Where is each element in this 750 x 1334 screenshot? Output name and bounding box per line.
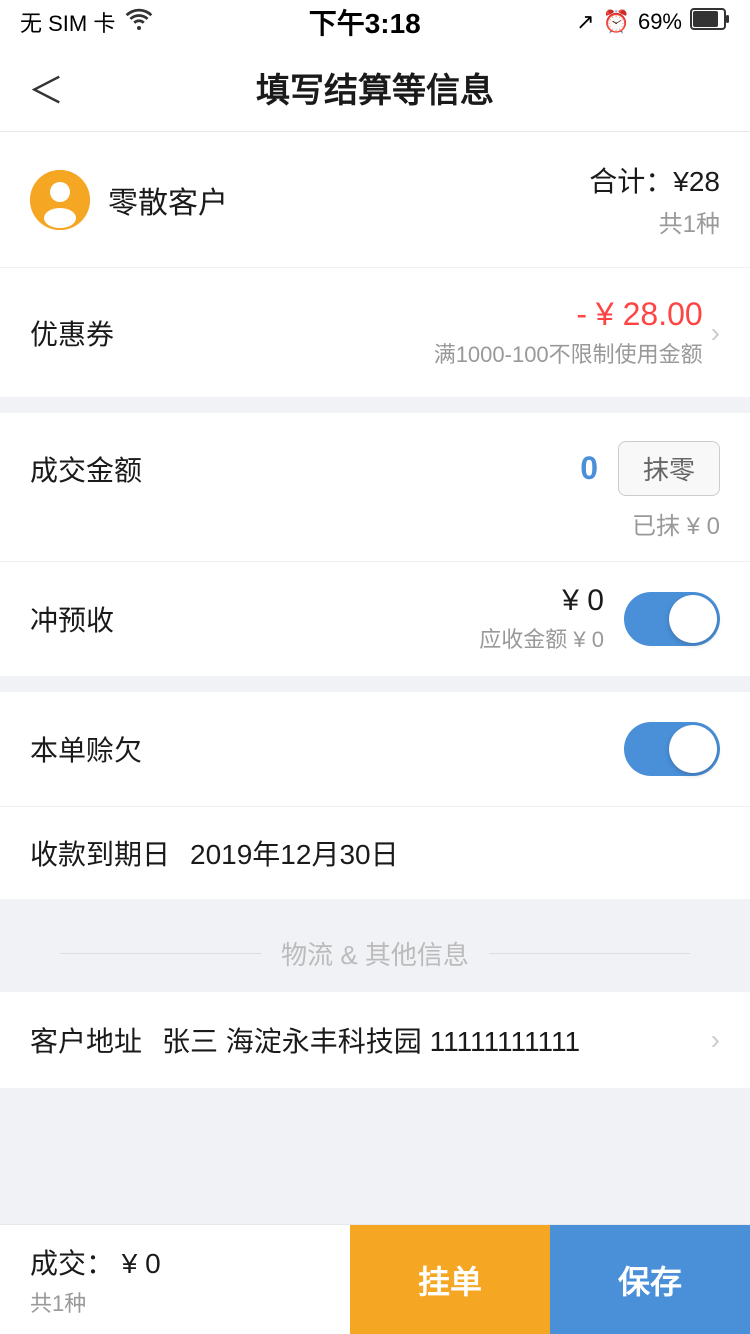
customer-row: 零散客户 合计：¥28 共1种	[0, 132, 750, 267]
alarm-icon: ⏰	[603, 9, 630, 35]
avatar	[30, 170, 90, 230]
footer-info: 成交： ¥ 0 共1种	[0, 1242, 350, 1318]
advance-right: ¥ 0 应收金额 ¥ 0	[479, 584, 720, 654]
advance-row: 冲预收 ¥ 0 应收金额 ¥ 0	[0, 561, 750, 676]
deal-amount-right: 0 抹零	[580, 441, 720, 496]
advance-label: 冲预收	[30, 599, 114, 639]
footer-deal: 成交： ¥ 0	[30, 1242, 320, 1282]
back-button[interactable]: ＜	[28, 62, 64, 114]
coupon-right-wrap: - ¥ 28.00 满1000-100不限制使用金额	[434, 296, 703, 369]
coupon-label: 优惠券	[30, 313, 114, 353]
debt-card: 本单赊欠 收款到期日 2019年12月30日	[0, 692, 750, 899]
advance-toggle-knob	[669, 595, 717, 643]
deal-amount-value: 0	[580, 450, 598, 487]
carrier-text: 无 SIM 卡	[20, 6, 115, 38]
address-card: 客户地址 张三 海淀永丰科技园 11111111111 ›	[0, 992, 750, 1088]
location-icon: ↗	[576, 9, 594, 35]
logistics-line-right	[489, 953, 690, 954]
coupon-desc: 满1000-100不限制使用金额	[434, 337, 703, 369]
total-label: 合计：¥28	[589, 160, 720, 200]
deal-amount-card: 成交金额 0 抹零 已抹 ¥ 0 冲预收 ¥ 0 应收金额 ¥ 0	[0, 413, 750, 676]
coupon-right: - ¥ 28.00 满1000-100不限制使用金额 ›	[434, 296, 720, 369]
logistics-divider: 物流 & 其他信息	[0, 915, 750, 992]
status-time: 下午3:18	[309, 2, 421, 42]
logistics-line-left	[60, 953, 261, 954]
chevron-right-icon: ›	[711, 317, 720, 349]
debt-row: 本单赊欠	[0, 692, 750, 806]
page-title: 填写结算等信息	[256, 63, 494, 112]
footer-deal-amount: ¥ 0	[122, 1248, 161, 1279]
customer-name: 零散客户	[108, 178, 228, 222]
battery-text: 69%	[638, 9, 682, 35]
address-label: 客户地址	[30, 1020, 142, 1060]
coupon-row[interactable]: 优惠券 - ¥ 28.00 满1000-100不限制使用金额 ›	[0, 267, 750, 397]
deal-amount-row: 成交金额 0 抹零	[0, 413, 750, 506]
coupon-amount: - ¥ 28.00	[434, 296, 703, 333]
save-button[interactable]: 保存	[550, 1225, 750, 1334]
footer-count: 共1种	[30, 1286, 320, 1318]
customer-right: 合计：¥28 共1种	[589, 160, 720, 239]
advance-amount: ¥ 0	[479, 584, 604, 618]
round-button[interactable]: 抹零	[618, 441, 720, 496]
status-right: ↗ ⏰ 69%	[576, 8, 730, 36]
address-value: 张三 海淀永丰科技园 11111111111	[162, 1020, 691, 1060]
customer-card: 零散客户 合计：¥28 共1种 优惠券 - ¥ 28.00 满1000-100不…	[0, 132, 750, 397]
debt-toggle-knob	[669, 725, 717, 773]
deal-amount-label: 成交金额	[30, 449, 142, 489]
wifi-icon	[125, 8, 153, 36]
advance-sub: 应收金额 ¥ 0	[479, 622, 604, 654]
hold-button[interactable]: 挂单	[350, 1225, 550, 1334]
address-chevron-icon: ›	[711, 1024, 720, 1056]
total-count: 共1种	[589, 204, 720, 239]
due-date-label: 收款到期日	[30, 833, 170, 873]
debt-toggle[interactable]	[624, 722, 720, 776]
due-date-row: 收款到期日 2019年12月30日	[0, 806, 750, 899]
debt-label: 本单赊欠	[30, 729, 142, 769]
nav-bar: ＜ 填写结算等信息	[0, 44, 750, 132]
battery-icon	[690, 8, 730, 36]
advance-toggle[interactable]	[624, 592, 720, 646]
deal-sub-text: 已抹 ¥ 0	[0, 506, 750, 561]
customer-left: 零散客户	[30, 170, 228, 230]
bottom-spacer	[0, 1104, 750, 1224]
footer: 成交： ¥ 0 共1种 挂单 保存	[0, 1224, 750, 1334]
status-left: 无 SIM 卡	[20, 6, 153, 38]
main-content: 零散客户 合计：¥28 共1种 优惠券 - ¥ 28.00 满1000-100不…	[0, 132, 750, 1224]
advance-amounts: ¥ 0 应收金额 ¥ 0	[479, 584, 604, 654]
logistics-title: 物流 & 其他信息	[281, 935, 469, 972]
address-row[interactable]: 客户地址 张三 海淀永丰科技园 11111111111 ›	[0, 992, 750, 1088]
footer-deal-label: 成交：	[30, 1248, 114, 1279]
due-date-value: 2019年12月30日	[190, 833, 399, 873]
status-bar: 无 SIM 卡 下午3:18 ↗ ⏰ 69%	[0, 0, 750, 44]
